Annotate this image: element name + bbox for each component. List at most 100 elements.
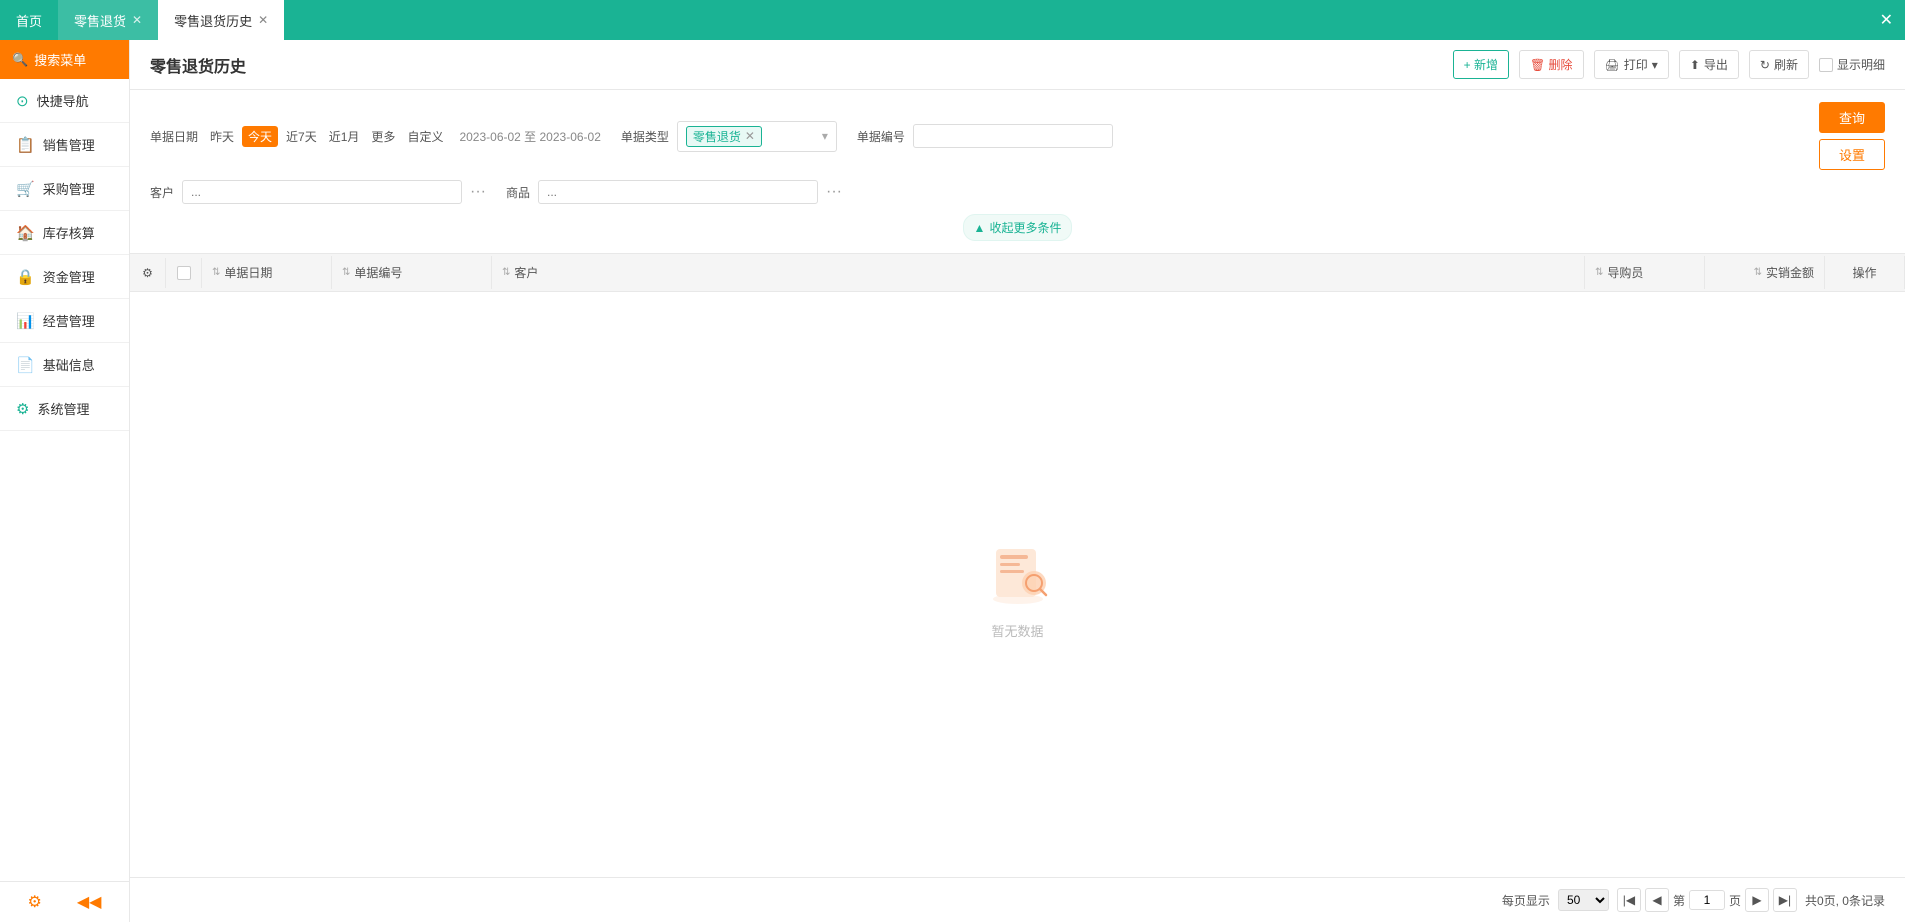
date-last7[interactable]: 近7天 bbox=[282, 126, 321, 147]
sidebar-item-label: 系统管理 bbox=[37, 399, 89, 418]
sidebar-item-quick-nav[interactable]: ⊙ 快捷导航 bbox=[0, 79, 129, 123]
finance-mgmt-icon: 🔒 bbox=[16, 268, 35, 286]
doctype-tag-label: 零售退货 bbox=[693, 128, 741, 145]
refresh-icon: ↻ bbox=[1760, 58, 1770, 72]
doctype-tag-remove[interactable]: ✕ bbox=[745, 129, 755, 143]
sidebar-item-label: 快捷导航 bbox=[37, 91, 89, 110]
tab-home[interactable]: 首页 bbox=[0, 0, 58, 40]
filter-group-goods: 商品 ··· bbox=[506, 180, 842, 204]
sidebar-item-sys-mgmt[interactable]: ⚙ 系统管理 bbox=[0, 387, 129, 431]
date-today[interactable]: 今天 bbox=[242, 126, 278, 147]
export-label: 导出 bbox=[1704, 56, 1728, 73]
query-button[interactable]: 查询 bbox=[1819, 102, 1885, 133]
page-title: 零售退货历史 bbox=[150, 53, 246, 77]
sidebar-item-basic-info[interactable]: 📄 基础信息 bbox=[0, 343, 129, 387]
action-buttons: 查询 设置 bbox=[1819, 102, 1885, 170]
page-next-btn[interactable]: ▶ bbox=[1745, 888, 1769, 912]
sidebar: 🔍 搜索菜单 ⊙ 快捷导航 📋 销售管理 🛒 采购管理 🏠 库存核算 🔒 资金管… bbox=[0, 40, 130, 922]
inventory-icon: 🏠 bbox=[16, 224, 35, 242]
th-ops-label: 操作 bbox=[1852, 264, 1876, 281]
th-check[interactable] bbox=[166, 258, 202, 288]
footer-volume-icon[interactable]: ◀◀ bbox=[77, 892, 102, 912]
page-nav: |◀ ◀ 第 页 ▶ ▶| bbox=[1617, 888, 1797, 912]
export-button[interactable]: ⬆ 导出 bbox=[1679, 50, 1739, 79]
th-settings[interactable]: ⚙ bbox=[130, 258, 166, 288]
date-filter-label: 单据日期 bbox=[150, 128, 198, 145]
sidebar-item-finance-mgmt[interactable]: 🔒 资金管理 bbox=[0, 255, 129, 299]
sidebar-item-inventory[interactable]: 🏠 库存核算 bbox=[0, 211, 129, 255]
print-button[interactable]: 🖨 打印 ▾ bbox=[1594, 50, 1669, 79]
filter-row-2: 客户 ··· 商品 ··· bbox=[150, 180, 1885, 204]
tab-retail-return-close[interactable]: ✕ bbox=[132, 13, 142, 27]
date-more[interactable]: 更多 bbox=[367, 126, 399, 147]
main-layout: 🔍 搜索菜单 ⊙ 快捷导航 📋 销售管理 🛒 采购管理 🏠 库存核算 🔒 资金管… bbox=[0, 40, 1905, 922]
docnumber-input[interactable] bbox=[913, 124, 1113, 148]
page-label: 第 bbox=[1673, 892, 1685, 909]
page-input[interactable] bbox=[1689, 890, 1725, 910]
collapse-btn[interactable]: ▲ 收起更多条件 bbox=[963, 214, 1073, 241]
display-detail-label: 显示明细 bbox=[1837, 56, 1885, 73]
filter-area: 单据日期 昨天 今天 近7天 近1月 更多 自定义 2023-06-02 至 2… bbox=[130, 90, 1905, 254]
sidebar-search[interactable]: 🔍 搜索菜单 bbox=[0, 40, 129, 79]
tab-retail-return-history[interactable]: 零售退货历史 ✕ bbox=[158, 0, 284, 40]
sidebar-item-sales-mgmt[interactable]: 📋 销售管理 bbox=[0, 123, 129, 167]
footer-settings-icon[interactable]: ⚙ bbox=[28, 892, 42, 912]
docnumber-filter-label: 单据编号 bbox=[857, 128, 905, 145]
page-header: 零售退货历史 + 新增 🗑 删除 🖨 打印 ▾ ⬆ 导出 ↻ 刷新 bbox=[130, 40, 1905, 90]
th-amount: ⇅ 实销金额 bbox=[1705, 256, 1825, 289]
tab-retail-return-history-close[interactable]: ✕ bbox=[258, 13, 268, 27]
per-page-select[interactable]: 50 10 20 100 bbox=[1558, 889, 1609, 911]
th-ops: 操作 bbox=[1825, 256, 1905, 289]
th-customer-label: 客户 bbox=[514, 264, 538, 281]
column-settings-icon[interactable]: ⚙ bbox=[142, 266, 153, 280]
goods-more-icon[interactable]: ··· bbox=[826, 183, 842, 201]
table-header: ⚙ ⇅ 单据日期 ⇅ 单据编号 ⇅ 客户 ⇅ bbox=[130, 254, 1905, 292]
sidebar-item-label: 采购管理 bbox=[43, 179, 95, 198]
customer-input[interactable] bbox=[182, 180, 462, 204]
display-detail-check[interactable] bbox=[1819, 58, 1833, 72]
empty-illustration bbox=[978, 529, 1058, 609]
quick-nav-icon: ⊙ bbox=[16, 92, 29, 110]
th-amount-label: 实销金额 bbox=[1766, 264, 1814, 281]
window-close-btn[interactable]: ✕ bbox=[1880, 10, 1893, 30]
sidebar-search-label: 搜索菜单 bbox=[34, 50, 86, 69]
top-bar: 首页 零售退货 ✕ 零售退货历史 ✕ ✕ bbox=[0, 0, 1905, 40]
date-custom[interactable]: 自定义 bbox=[403, 126, 447, 147]
goods-input[interactable] bbox=[538, 180, 818, 204]
sort-icon: ⇅ bbox=[502, 267, 510, 278]
collapse-up-icon: ▲ bbox=[974, 221, 986, 235]
page-prev-btn[interactable]: ◀ bbox=[1645, 888, 1669, 912]
total-info: 共0页, 0条记录 bbox=[1805, 892, 1885, 909]
filter-group-customer: 客户 ··· bbox=[150, 180, 486, 204]
customer-filter-label: 客户 bbox=[150, 184, 174, 201]
sort-icon: ⇅ bbox=[1595, 267, 1603, 278]
doctype-select[interactable]: 零售退货 ✕ ▾ bbox=[677, 121, 837, 152]
page-first-btn[interactable]: |◀ bbox=[1617, 888, 1641, 912]
sidebar-item-label: 库存核算 bbox=[43, 223, 95, 242]
customer-more-icon[interactable]: ··· bbox=[470, 183, 486, 201]
toolbar: + 新增 🗑 删除 🖨 打印 ▾ ⬆ 导出 ↻ 刷新 显示明细 bbox=[1453, 50, 1885, 79]
window-controls: ✕ bbox=[1880, 10, 1905, 30]
date-last1month[interactable]: 近1月 bbox=[325, 126, 364, 147]
sidebar-item-purchase-mgmt[interactable]: 🛒 采购管理 bbox=[0, 167, 129, 211]
display-detail-checkbox[interactable]: 显示明细 bbox=[1819, 56, 1885, 73]
new-button[interactable]: + 新增 bbox=[1453, 50, 1509, 79]
filter-row-1: 单据日期 昨天 今天 近7天 近1月 更多 自定义 2023-06-02 至 2… bbox=[150, 102, 1885, 170]
page-last-btn[interactable]: ▶| bbox=[1773, 888, 1797, 912]
refresh-button[interactable]: ↻ 刷新 bbox=[1749, 50, 1809, 79]
print-label: 打印 bbox=[1624, 56, 1648, 73]
date-yesterday[interactable]: 昨天 bbox=[206, 126, 238, 147]
purchase-mgmt-icon: 🛒 bbox=[16, 180, 35, 198]
sidebar-item-label: 资金管理 bbox=[43, 267, 95, 286]
delete-button[interactable]: 🗑 删除 bbox=[1519, 50, 1584, 79]
goods-filter-label: 商品 bbox=[506, 184, 530, 201]
sidebar-item-ops-mgmt[interactable]: 📊 经营管理 bbox=[0, 299, 129, 343]
filter-settings-button[interactable]: 设置 bbox=[1819, 139, 1885, 170]
th-date: ⇅ 单据日期 bbox=[202, 256, 332, 289]
filter-group-docnumber: 单据编号 bbox=[857, 124, 1113, 148]
th-number-label: 单据编号 bbox=[354, 264, 402, 281]
date-range-display: 2023-06-02 至 2023-06-02 bbox=[459, 128, 600, 145]
select-all-checkbox[interactable] bbox=[177, 266, 191, 280]
tab-retail-return[interactable]: 零售退货 ✕ bbox=[58, 0, 158, 40]
th-guide: ⇅ 导购员 bbox=[1585, 256, 1705, 289]
